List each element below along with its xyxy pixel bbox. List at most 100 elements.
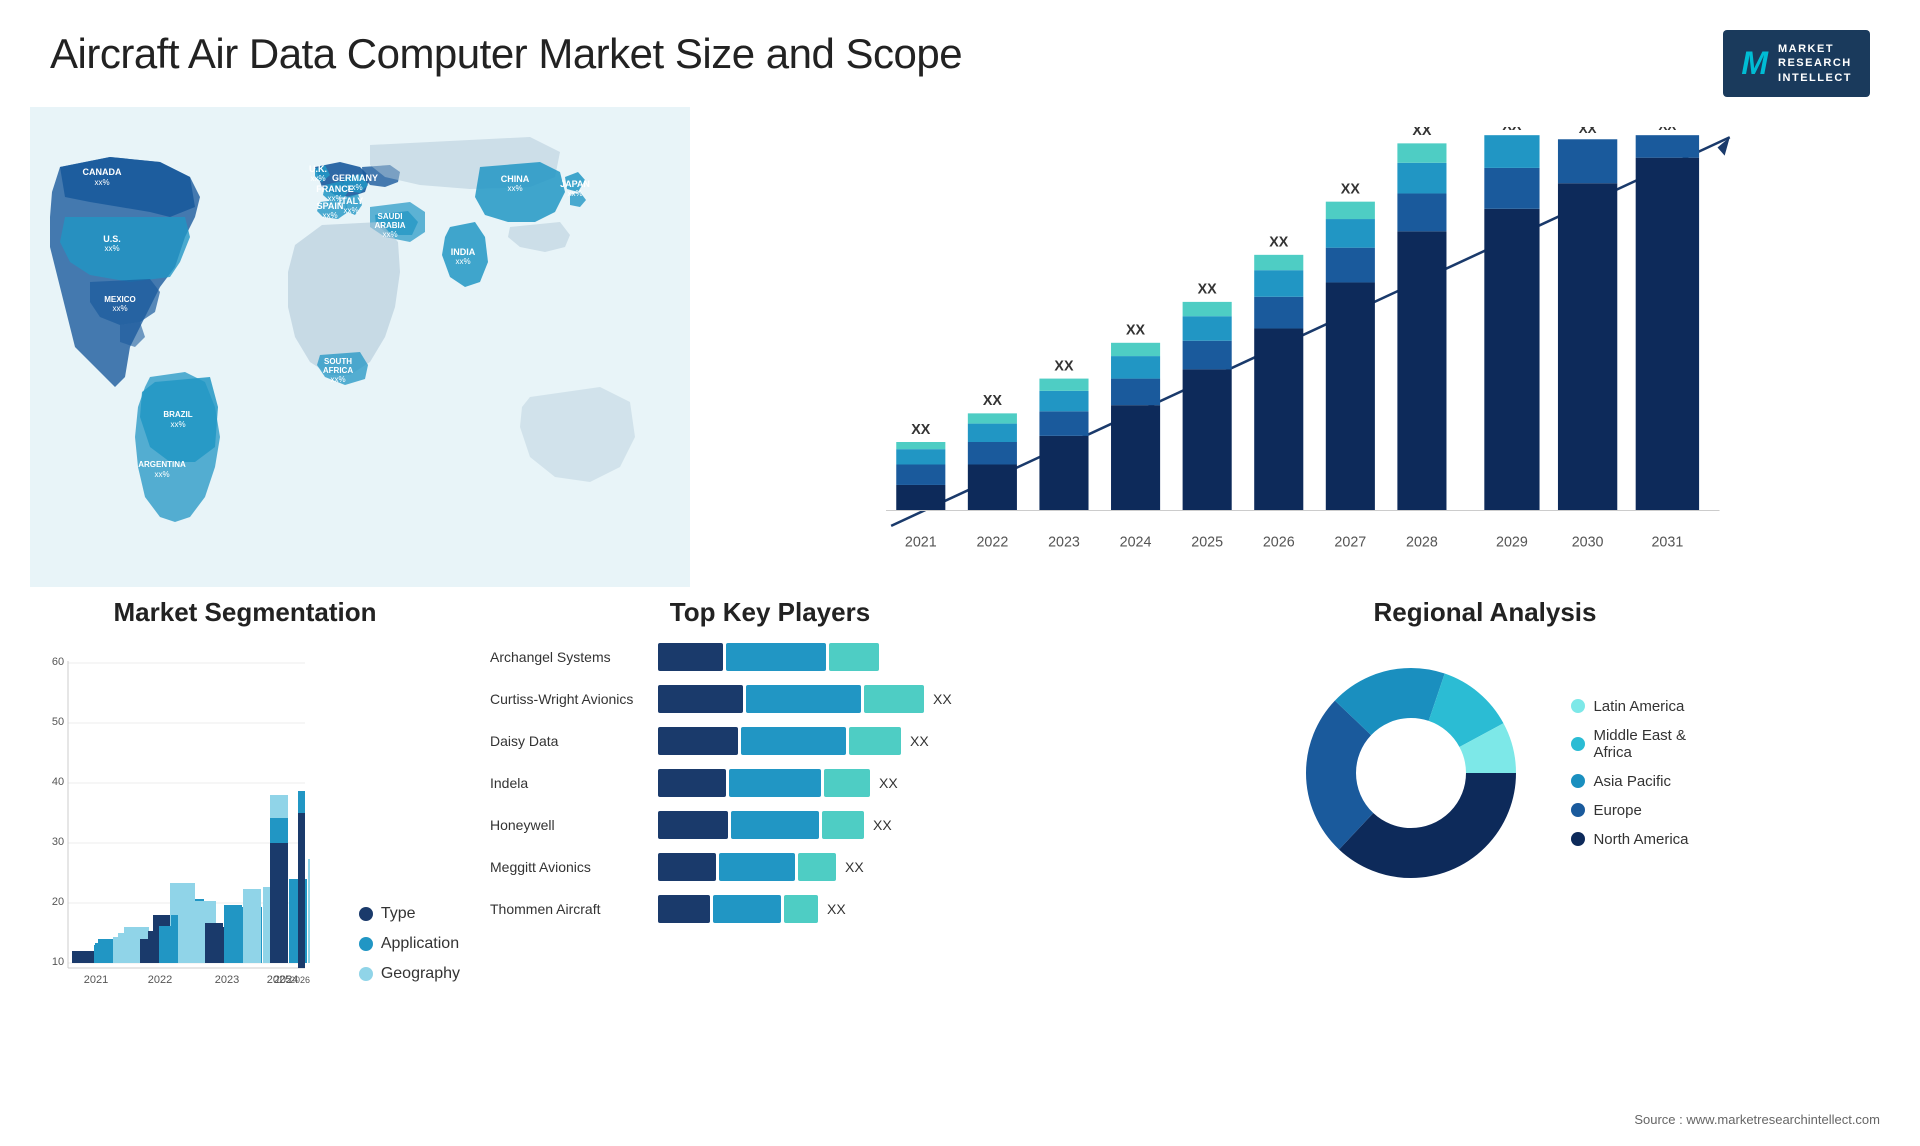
svg-text:xx%: xx% [347,183,362,192]
svg-text:xx%: xx% [330,375,345,384]
bar-2 [719,853,795,881]
latin-america-dot [1571,699,1585,713]
legend-europe: Europe [1571,802,1688,819]
svg-text:2021: 2021 [905,534,937,550]
player-bars: XX [658,685,1050,713]
italy-label: ITALY [339,196,364,206]
regional-legend: Latin America Middle East &Africa Asia P… [1571,698,1688,848]
bar-1 [658,895,710,923]
asia-pacific-label: Asia Pacific [1593,773,1671,790]
player-bars: XX [658,853,1050,881]
geography-label: Geography [381,965,460,983]
svg-text:2028: 2028 [1406,534,1438,550]
argentina-label: ARGENTINA [138,460,186,469]
bar-2 [746,685,861,713]
svg-text:XX: XX [1198,282,1218,298]
player-row: Thommen Aircraft XX [490,895,1050,923]
us-label: U.S. [103,234,121,244]
player-xx: XX [873,817,892,833]
player-xx: XX [845,859,864,875]
japan-label: JAPAN [560,179,590,189]
svg-text:2026: 2026 [290,975,310,985]
player-bars [658,643,1050,671]
player-name: Indela [490,775,650,791]
svg-text:20: 20 [52,896,64,908]
svg-text:xx%: xx% [382,230,397,239]
europe-label: Europe [1593,802,1641,819]
player-name: Archangel Systems [490,649,650,665]
segmentation-section: Market Segmentation 60 50 40 30 20 10 [30,597,460,1087]
donut-legend-row: Latin America Middle East &Africa Asia P… [1281,643,1688,903]
player-name: Meggitt Avionics [490,859,650,875]
key-players-section: Top Key Players Archangel Systems Curtis… [480,597,1060,1087]
svg-text:2025: 2025 [267,974,291,986]
bar-1 [658,685,743,713]
legend-type: Type [359,905,460,923]
uk-label: U.K. [309,164,327,174]
player-bars: XX [658,895,1050,923]
svg-text:ARABIA: ARABIA [374,221,405,230]
svg-text:xx%: xx% [343,206,358,215]
china-label: CHINA [501,174,530,184]
bar-2 [726,643,826,671]
header: Aircraft Air Data Computer Market Size a… [0,0,1920,107]
player-row: Honeywell XX [490,811,1050,839]
svg-text:XX: XX [1412,127,1432,139]
svg-text:2022: 2022 [976,534,1008,550]
bar-3 [849,727,901,755]
legend-asia-pacific: Asia Pacific [1571,773,1688,790]
svg-text:2023: 2023 [215,974,239,986]
application-dot [359,937,373,951]
middle-east-dot [1571,737,1585,751]
world-map: CANADA xx% U.S. xx% MEXICO xx% BRAZIL xx… [30,107,690,587]
saudi-label: SAUDI [378,212,403,221]
svg-text:AFRICA: AFRICA [323,366,353,375]
logo-text: MARKET RESEARCH INTELLECT [1778,42,1852,85]
bar-1 [658,643,723,671]
brazil-label: BRAZIL [163,410,192,419]
svg-text:xx%: xx% [507,184,522,193]
svg-text:2021: 2021 [84,974,108,986]
svg-text:2027: 2027 [1334,534,1366,550]
svg-text:XX: XX [1341,181,1361,197]
map-section: CANADA xx% U.S. xx% MEXICO xx% BRAZIL xx… [30,107,690,587]
mexico-label: MEXICO [104,295,136,304]
bottom-section: Market Segmentation 60 50 40 30 20 10 [0,587,1920,1107]
svg-text:xx%: xx% [104,244,119,253]
svg-text:XX: XX [911,422,931,438]
player-xx: XX [879,775,898,791]
svg-text:XX: XX [1126,323,1146,339]
segmentation-chart: 60 50 40 30 20 10 [30,643,339,1023]
players-list: Archangel Systems Curtiss-Wright Avionic… [480,643,1060,923]
middle-east-label: Middle East &Africa [1593,727,1686,761]
svg-text:XX: XX [1054,358,1074,374]
logo-box: M MARKET RESEARCH INTELLECT [1723,30,1870,97]
svg-text:10: 10 [52,956,64,968]
svg-text:2022: 2022 [148,974,172,986]
svg-text:50: 50 [52,716,64,728]
main-content: CANADA xx% U.S. xx% MEXICO xx% BRAZIL xx… [0,107,1920,587]
bar-2 [729,769,821,797]
player-bars: XX [658,727,1050,755]
player-row: Archangel Systems [490,643,1050,671]
svg-text:2024: 2024 [1120,534,1152,550]
canada-label: CANADA [83,167,122,177]
logo-area: M MARKET RESEARCH INTELLECT [1723,30,1870,97]
europe-dot [1571,803,1585,817]
type-dot [359,907,373,921]
latin-america-label: Latin America [1593,698,1684,715]
donut-center [1357,719,1465,827]
player-bars: XX [658,769,1050,797]
page-title: Aircraft Air Data Computer Market Size a… [50,30,962,78]
svg-text:2025: 2025 [1191,534,1223,550]
svg-text:xx%: xx% [455,257,470,266]
legend-application: Application [359,935,460,953]
north-america-dot [1571,832,1585,846]
source-text: Source : www.marketresearchintellect.com [0,1107,1920,1127]
bar-2 [713,895,781,923]
svg-text:xx%: xx% [322,211,337,220]
svg-text:xx%: xx% [94,178,109,187]
player-row: Indela XX [490,769,1050,797]
svg-text:XX: XX [1502,127,1522,134]
svg-text:2023: 2023 [1048,534,1080,550]
